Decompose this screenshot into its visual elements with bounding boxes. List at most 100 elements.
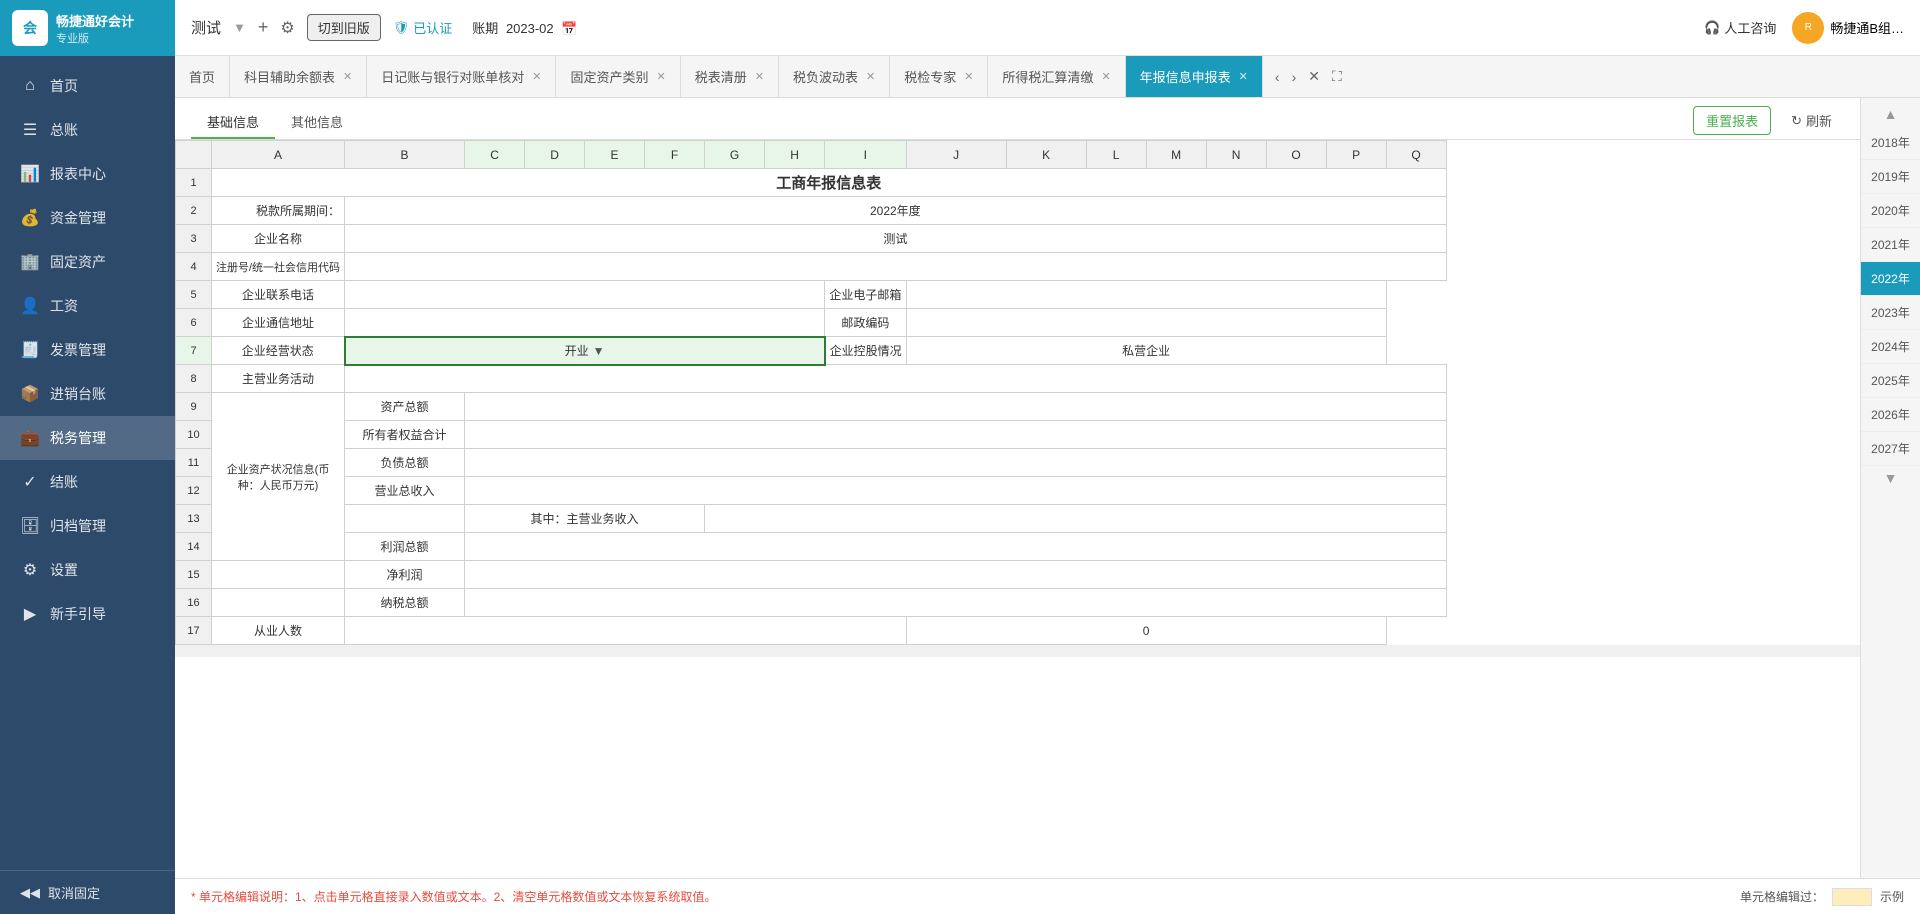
tab-close-icon[interactable]: ✕: [755, 70, 764, 83]
col-header-c[interactable]: C: [465, 141, 525, 169]
cell-revenue-total-value[interactable]: [465, 477, 1447, 505]
cell-tax-total-value[interactable]: [465, 589, 1447, 617]
service-button[interactable]: 🎧 人工咨询: [1704, 18, 1776, 37]
cell-zipcode-value[interactable]: [906, 309, 1386, 337]
sidebar-item-close[interactable]: ✓ 结账: [0, 460, 175, 504]
topbar-add-button[interactable]: +: [258, 17, 269, 38]
cell-total-assets-value[interactable]: [465, 393, 1447, 421]
tabs-prev-icon[interactable]: ‹: [1271, 67, 1284, 87]
col-header-k[interactable]: K: [1006, 141, 1086, 169]
sidebar-item-tax[interactable]: 💼 税务管理: [0, 416, 175, 460]
cell-phone-value[interactable]: [345, 281, 825, 309]
cell-title[interactable]: 工商年报信息表: [212, 169, 1447, 197]
sidebar-item-invoice[interactable]: 🧾 发票管理: [0, 328, 175, 372]
sub-tab-basic[interactable]: 基础信息: [191, 106, 275, 139]
col-header-j[interactable]: J: [906, 141, 1006, 169]
sidebar-item-home[interactable]: ⌂ 首页: [0, 64, 175, 108]
cell-regnum-value[interactable]: [345, 253, 1447, 281]
calendar-icon[interactable]: 📅: [561, 21, 577, 36]
cell-main-biz-value[interactable]: [345, 365, 1447, 393]
tab-tax-burden[interactable]: 税负波动表 ✕: [779, 56, 890, 97]
tabs-close-all-icon[interactable]: ✕: [1304, 66, 1324, 87]
col-header-b[interactable]: B: [345, 141, 465, 169]
topbar-right: 🎧 人工咨询 R 畅捷通B组…: [1704, 12, 1904, 44]
cell-employees-value-left[interactable]: [345, 617, 907, 645]
cell-net-profit-value[interactable]: [465, 561, 1447, 589]
year-2026[interactable]: 2026年: [1861, 398, 1920, 432]
col-header-d[interactable]: D: [525, 141, 585, 169]
year-2020[interactable]: 2020年: [1861, 194, 1920, 228]
year-panel-up[interactable]: ▲: [1880, 102, 1902, 126]
cell-address-value[interactable]: [345, 309, 825, 337]
tab-income-tax[interactable]: 所得税汇算清缴 ✕: [988, 56, 1125, 97]
col-header-h[interactable]: H: [765, 141, 825, 169]
tab-close-icon[interactable]: ✕: [657, 70, 666, 83]
col-header-e[interactable]: E: [585, 141, 645, 169]
col-header-f[interactable]: F: [645, 141, 705, 169]
year-2021[interactable]: 2021年: [1861, 228, 1920, 262]
switch-old-version-button[interactable]: 切到旧版: [307, 14, 381, 41]
tab-home[interactable]: 首页: [175, 56, 230, 97]
sidebar-item-funds[interactable]: 💰 资金管理: [0, 196, 175, 240]
tab-close-icon[interactable]: ✕: [1101, 70, 1110, 83]
dropdown-arrow-icon[interactable]: ▼: [593, 344, 605, 358]
col-header-l[interactable]: L: [1086, 141, 1146, 169]
sidebar-item-ledger[interactable]: ☰ 总账: [0, 108, 175, 152]
cell-holding-value[interactable]: 私营企业: [906, 337, 1386, 365]
cell-main-revenue-value[interactable]: [705, 505, 1447, 533]
spreadsheet-outer[interactable]: A B C D E F G H I J K L M: [175, 140, 1860, 878]
tab-fixed-assets[interactable]: 固定资产类别 ✕: [556, 56, 680, 97]
year-2018[interactable]: 2018年: [1861, 126, 1920, 160]
cell-liabilities-value[interactable]: [465, 449, 1447, 477]
tab-annual-report[interactable]: 年报信息申报表 ✕: [1126, 56, 1263, 97]
tab-close-icon[interactable]: ✕: [1239, 70, 1248, 83]
sidebar-item-payroll[interactable]: 👤 工资: [0, 284, 175, 328]
col-header-q[interactable]: Q: [1386, 141, 1446, 169]
tab-subject-balance[interactable]: 科目辅助余额表 ✕: [230, 56, 367, 97]
topbar-dropdown-arrow[interactable]: ▼: [233, 20, 246, 35]
year-2025[interactable]: 2025年: [1861, 364, 1920, 398]
cell-profit-value[interactable]: [465, 533, 1447, 561]
col-header-m[interactable]: M: [1146, 141, 1206, 169]
sidebar-item-guide[interactable]: ▶ 新手引导: [0, 592, 175, 636]
year-2024[interactable]: 2024年: [1861, 330, 1920, 364]
user-menu[interactable]: R 畅捷通B组…: [1792, 12, 1904, 44]
tab-journal[interactable]: 日记账与银行对账单核对 ✕: [367, 56, 556, 97]
h-scrollbar[interactable]: [175, 645, 1860, 657]
sidebar-item-archive[interactable]: 🗄 归档管理: [0, 504, 175, 548]
tabs-next-icon[interactable]: ›: [1288, 67, 1301, 87]
year-2027[interactable]: 2027年: [1861, 432, 1920, 466]
year-panel-down[interactable]: ▼: [1880, 466, 1902, 490]
cell-email-value[interactable]: [906, 281, 1386, 309]
col-header-n[interactable]: N: [1206, 141, 1266, 169]
sidebar-item-assets[interactable]: 🏢 固定资产: [0, 240, 175, 284]
col-header-i[interactable]: I: [825, 141, 907, 169]
tab-tax-schedule[interactable]: 税表清册 ✕: [681, 56, 779, 97]
tab-close-icon[interactable]: ✕: [866, 70, 875, 83]
year-2019[interactable]: 2019年: [1861, 160, 1920, 194]
col-header-p[interactable]: P: [1326, 141, 1386, 169]
col-header-o[interactable]: O: [1266, 141, 1326, 169]
sidebar-unpin[interactable]: ◀◀ 取消固定: [0, 870, 175, 914]
topbar-settings-icon[interactable]: ⚙: [280, 18, 294, 38]
cell-company-value[interactable]: 测试: [345, 225, 1447, 253]
sidebar-item-purchase[interactable]: 📦 进销台账: [0, 372, 175, 416]
sidebar-item-reports[interactable]: 📊 报表中心: [0, 152, 175, 196]
tab-close-icon[interactable]: ✕: [343, 70, 352, 83]
sub-tab-other[interactable]: 其他信息: [275, 106, 359, 139]
cell-biz-status-value[interactable]: 开业 ▼: [345, 337, 825, 365]
tabs-expand-icon[interactable]: ⛶: [1328, 66, 1346, 87]
year-2023[interactable]: 2023年: [1861, 296, 1920, 330]
refresh-button[interactable]: ↻ 刷新: [1779, 106, 1844, 135]
tab-close-icon[interactable]: ✕: [532, 70, 541, 83]
cell-equity-value[interactable]: [465, 421, 1447, 449]
sidebar-item-settings[interactable]: ⚙ 设置: [0, 548, 175, 592]
col-header-g[interactable]: G: [705, 141, 765, 169]
year-2022[interactable]: 2022年: [1861, 262, 1920, 296]
col-header-a[interactable]: A: [212, 141, 345, 169]
cell-employees-value-right[interactable]: 0: [906, 617, 1386, 645]
tab-close-icon[interactable]: ✕: [964, 70, 973, 83]
reset-button[interactable]: 重置报表: [1693, 106, 1771, 135]
tab-tax-check[interactable]: 税检专家 ✕: [890, 56, 988, 97]
cell-period-value[interactable]: 2022年度: [345, 197, 1447, 225]
